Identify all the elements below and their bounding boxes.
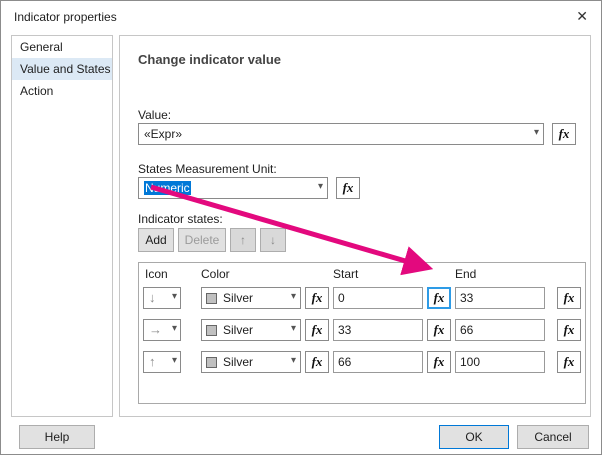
- chevron-down-icon: ▾: [290, 291, 296, 302]
- main-panel: Change indicator value Value: «Expr» ▾ f…: [119, 35, 591, 417]
- icon-dropdown[interactable]: ↑ ▾: [143, 351, 181, 373]
- icon-dropdown[interactable]: ↓ ▾: [143, 287, 181, 309]
- icon-dropdown[interactable]: → ▾: [143, 319, 181, 341]
- dialog-title: Indicator properties: [14, 10, 117, 24]
- page-title: Change indicator value: [138, 52, 282, 67]
- color-dropdown[interactable]: Silver ▾: [201, 351, 301, 373]
- move-down-button[interactable]: ↓: [260, 228, 286, 252]
- sidebar-item-value-and-states[interactable]: Value and States: [12, 58, 112, 80]
- end-expression-fx-button[interactable]: fx: [557, 287, 581, 309]
- up-arrow-icon: ↑: [240, 233, 246, 247]
- delete-button[interactable]: Delete: [178, 228, 226, 252]
- cancel-button[interactable]: Cancel: [517, 425, 589, 449]
- color-dropdown[interactable]: Silver ▾: [201, 319, 301, 341]
- unit-combobox-text: Numeric: [144, 181, 309, 195]
- color-swatch: [206, 325, 217, 336]
- color-expression-fx-button[interactable]: fx: [305, 319, 329, 341]
- color-swatch: [206, 357, 217, 368]
- chevron-down-icon: ▾: [171, 323, 177, 334]
- color-name: Silver: [223, 323, 254, 337]
- right-arrow-icon: →: [149, 322, 162, 337]
- table-row: ↑ ▾ Silver ▾ fx fx fx: [139, 351, 585, 373]
- down-arrow-icon: ↓: [270, 233, 276, 247]
- move-up-button[interactable]: ↑: [230, 228, 256, 252]
- up-arrow-icon: ↑: [149, 354, 156, 369]
- color-expression-fx-button[interactable]: fx: [305, 351, 329, 373]
- indicator-states-table: Icon Color Start End ↓ ▾ Silver ▾ fx fx: [138, 262, 586, 404]
- chevron-down-icon: ▾: [533, 127, 539, 138]
- color-swatch: [206, 293, 217, 304]
- chevron-down-icon: ▾: [290, 323, 296, 334]
- table-row: → ▾ Silver ▾ fx fx fx: [139, 319, 585, 341]
- chevron-down-icon: ▾: [317, 181, 323, 192]
- titlebar: Indicator properties ✕: [1, 1, 601, 31]
- start-expression-fx-button[interactable]: fx: [427, 319, 451, 341]
- start-value-input[interactable]: [333, 351, 423, 373]
- column-header-icon: Icon: [145, 267, 168, 281]
- start-expression-fx-button[interactable]: fx: [427, 351, 451, 373]
- column-header-color: Color: [201, 267, 230, 281]
- unit-expression-fx-button[interactable]: fx: [336, 177, 360, 199]
- sidebar-item-action[interactable]: Action: [12, 80, 112, 102]
- value-combobox-text: «Expr»: [144, 127, 183, 141]
- table-row: ↓ ▾ Silver ▾ fx fx fx: [139, 287, 585, 309]
- start-value-input[interactable]: [333, 287, 423, 309]
- add-button[interactable]: Add: [138, 228, 174, 252]
- sidebar-item-general[interactable]: General: [12, 36, 112, 58]
- color-name: Silver: [223, 291, 254, 305]
- end-expression-fx-button[interactable]: fx: [557, 319, 581, 341]
- column-header-start: Start: [333, 267, 359, 281]
- unit-selected-text: Numeric: [144, 181, 191, 195]
- unit-label: States Measurement Unit:: [138, 162, 277, 176]
- help-button[interactable]: Help: [19, 425, 95, 449]
- value-expression-fx-button[interactable]: fx: [552, 123, 576, 145]
- down-arrow-icon: ↓: [149, 290, 156, 305]
- chevron-down-icon: ▾: [171, 355, 177, 366]
- close-icon[interactable]: ✕: [576, 8, 588, 24]
- color-expression-fx-button[interactable]: fx: [305, 287, 329, 309]
- value-combobox[interactable]: «Expr» ▾: [138, 123, 544, 145]
- ok-button[interactable]: OK: [439, 425, 509, 449]
- sidebar: General Value and States Action: [11, 35, 113, 417]
- chevron-down-icon: ▾: [171, 291, 177, 302]
- end-value-input[interactable]: [455, 287, 545, 309]
- start-value-input[interactable]: [333, 319, 423, 341]
- end-expression-fx-button[interactable]: fx: [557, 351, 581, 373]
- start-expression-fx-button[interactable]: fx: [427, 287, 451, 309]
- color-name: Silver: [223, 355, 254, 369]
- column-header-end: End: [455, 267, 477, 281]
- indicator-properties-dialog: Indicator properties ✕ General Value and…: [0, 0, 602, 455]
- chevron-down-icon: ▾: [290, 355, 296, 366]
- color-dropdown[interactable]: Silver ▾: [201, 287, 301, 309]
- value-label: Value:: [138, 108, 172, 122]
- end-value-input[interactable]: [455, 319, 545, 341]
- end-value-input[interactable]: [455, 351, 545, 373]
- indicator-states-label: Indicator states:: [138, 212, 223, 226]
- unit-combobox[interactable]: Numeric ▾: [138, 177, 328, 199]
